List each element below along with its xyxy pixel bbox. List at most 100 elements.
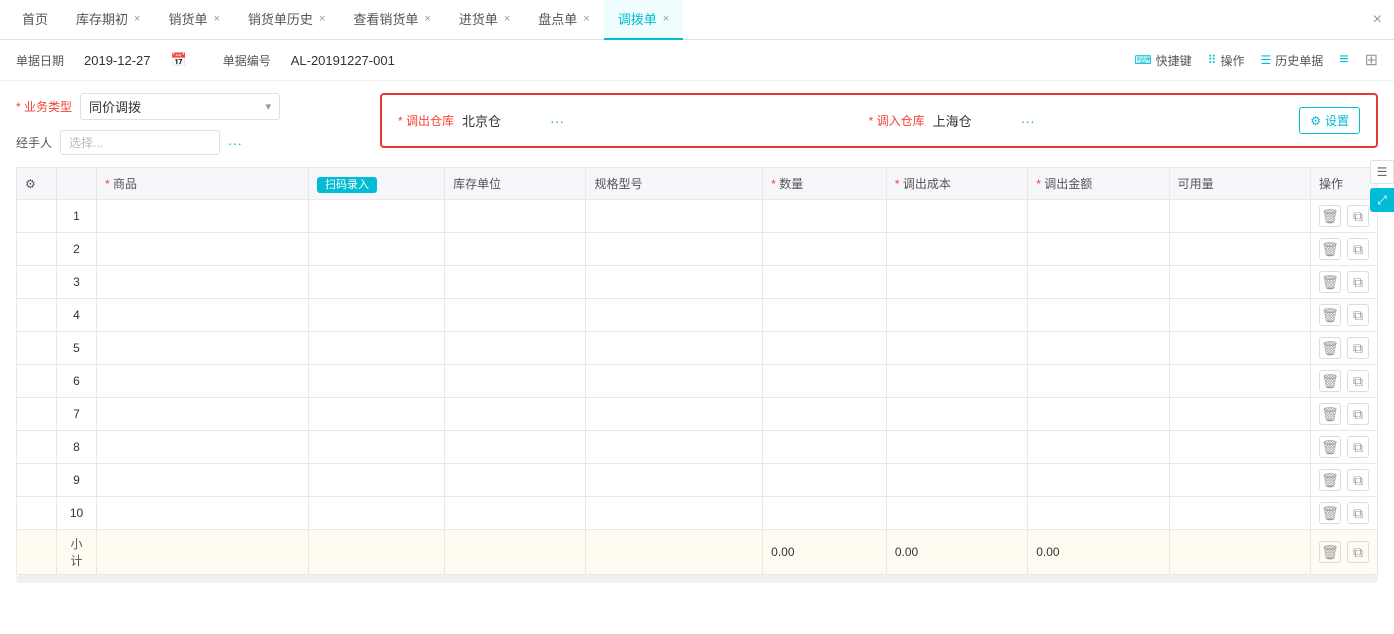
- row-amount-cell[interactable]: [1028, 233, 1169, 266]
- row-spec-cell[interactable]: [586, 431, 763, 464]
- row-delete-btn[interactable]: 🗑: [1319, 436, 1341, 458]
- row-spec-cell[interactable]: [586, 266, 763, 299]
- row-cost-cell[interactable]: [886, 233, 1027, 266]
- row-spec-cell[interactable]: [586, 299, 763, 332]
- settings-button[interactable]: ⚙ 设置: [1299, 107, 1360, 134]
- row-product-cell[interactable]: [97, 332, 309, 365]
- side-list-icon[interactable]: ☰: [1370, 160, 1394, 184]
- warehouse-out-more-btn[interactable]: ···: [550, 113, 564, 129]
- handler-more-btn[interactable]: ···: [228, 135, 242, 151]
- row-spec-cell[interactable]: [586, 497, 763, 530]
- tab-purchase-close[interactable]: ×: [504, 13, 510, 25]
- tab-purchase[interactable]: 进货单 ×: [445, 0, 524, 40]
- row-unit-cell[interactable]: [445, 266, 586, 299]
- row-unit-cell[interactable]: [445, 233, 586, 266]
- row-copy-btn[interactable]: ⧉: [1347, 370, 1369, 392]
- gear-icon[interactable]: ⚙: [25, 177, 36, 191]
- row-amount-cell[interactable]: [1028, 299, 1169, 332]
- row-delete-btn[interactable]: 🗑: [1319, 502, 1341, 524]
- tab-inventory-close[interactable]: ×: [583, 13, 589, 25]
- row-delete-btn[interactable]: 🗑: [1319, 403, 1341, 425]
- row-amount-cell[interactable]: [1028, 497, 1169, 530]
- row-qty-cell[interactable]: [763, 299, 887, 332]
- tab-view-sales[interactable]: 查看销货单 ×: [339, 0, 444, 40]
- row-qty-cell[interactable]: [763, 497, 887, 530]
- row-cost-cell[interactable]: [886, 332, 1027, 365]
- row-qty-cell[interactable]: [763, 266, 887, 299]
- row-delete-btn[interactable]: 🗑: [1319, 370, 1341, 392]
- row-qty-cell[interactable]: [763, 398, 887, 431]
- tab-inventory[interactable]: 盘点单 ×: [524, 0, 603, 40]
- row-amount-cell[interactable]: [1028, 398, 1169, 431]
- scan-entry-btn[interactable]: 扫码录入: [317, 177, 377, 193]
- tab-transfer[interactable]: 调拨单 ×: [604, 0, 683, 40]
- row-cost-cell[interactable]: [886, 431, 1027, 464]
- view-toggle-grid[interactable]: ⊞: [1365, 50, 1378, 70]
- row-unit-cell[interactable]: [445, 365, 586, 398]
- tab-view-sales-close[interactable]: ×: [424, 13, 430, 25]
- row-amount-cell[interactable]: [1028, 464, 1169, 497]
- row-amount-cell[interactable]: [1028, 266, 1169, 299]
- subtotal-copy-btn[interactable]: ⧉: [1347, 541, 1369, 563]
- row-unit-cell[interactable]: [445, 431, 586, 464]
- row-unit-cell[interactable]: [445, 200, 586, 233]
- row-product-cell[interactable]: [97, 497, 309, 530]
- row-unit-cell[interactable]: [445, 332, 586, 365]
- tab-home[interactable]: 首页: [8, 0, 62, 40]
- row-spec-cell[interactable]: [586, 365, 763, 398]
- row-unit-cell[interactable]: [445, 398, 586, 431]
- tab-inventory-init[interactable]: 库存期初 ×: [62, 0, 154, 40]
- row-spec-cell[interactable]: [586, 233, 763, 266]
- tab-sales-order[interactable]: 销货单 ×: [154, 0, 233, 40]
- row-unit-cell[interactable]: [445, 299, 586, 332]
- row-copy-btn[interactable]: ⧉: [1347, 436, 1369, 458]
- row-product-cell[interactable]: [97, 398, 309, 431]
- side-expand-icon[interactable]: ⤢: [1370, 188, 1394, 212]
- history-btn[interactable]: ☰ 历史单据: [1260, 52, 1323, 69]
- row-delete-btn[interactable]: 🗑: [1319, 205, 1341, 227]
- row-copy-btn[interactable]: ⧉: [1347, 337, 1369, 359]
- row-product-cell[interactable]: [97, 266, 309, 299]
- row-cost-cell[interactable]: [886, 200, 1027, 233]
- shortcuts-btn[interactable]: ⌨ 快捷键: [1134, 52, 1191, 69]
- row-amount-cell[interactable]: [1028, 332, 1169, 365]
- row-delete-btn[interactable]: 🗑: [1319, 469, 1341, 491]
- row-delete-btn[interactable]: 🗑: [1319, 304, 1341, 326]
- tab-inventory-init-close[interactable]: ×: [134, 13, 140, 25]
- row-product-cell[interactable]: [97, 431, 309, 464]
- row-spec-cell[interactable]: [586, 332, 763, 365]
- calendar-icon[interactable]: 📅: [171, 52, 187, 68]
- row-qty-cell[interactable]: [763, 431, 887, 464]
- business-type-select[interactable]: 同价调拨 ▾: [80, 93, 280, 120]
- warehouse-in-more-btn[interactable]: ···: [1021, 113, 1035, 129]
- row-unit-cell[interactable]: [445, 497, 586, 530]
- row-amount-cell[interactable]: [1028, 200, 1169, 233]
- row-cost-cell[interactable]: [886, 398, 1027, 431]
- view-toggle-list[interactable]: ≡: [1339, 51, 1348, 69]
- row-cost-cell[interactable]: [886, 266, 1027, 299]
- row-product-cell[interactable]: [97, 365, 309, 398]
- tab-sales-history[interactable]: 销货单历史 ×: [234, 0, 339, 40]
- row-delete-btn[interactable]: 🗑: [1319, 238, 1341, 260]
- tab-sales-history-close[interactable]: ×: [319, 13, 325, 25]
- row-copy-btn[interactable]: ⧉: [1347, 238, 1369, 260]
- row-copy-btn[interactable]: ⧉: [1347, 403, 1369, 425]
- row-copy-btn[interactable]: ⧉: [1347, 502, 1369, 524]
- row-qty-cell[interactable]: [763, 200, 887, 233]
- handler-input[interactable]: 选择...: [60, 130, 220, 155]
- row-product-cell[interactable]: [97, 233, 309, 266]
- row-qty-cell[interactable]: [763, 365, 887, 398]
- subtotal-delete-btn[interactable]: 🗑: [1319, 541, 1341, 563]
- row-unit-cell[interactable]: [445, 464, 586, 497]
- row-cost-cell[interactable]: [886, 365, 1027, 398]
- row-spec-cell[interactable]: [586, 464, 763, 497]
- row-copy-btn[interactable]: ⧉: [1347, 304, 1369, 326]
- row-cost-cell[interactable]: [886, 497, 1027, 530]
- row-copy-btn[interactable]: ⧉: [1347, 205, 1369, 227]
- row-spec-cell[interactable]: [586, 398, 763, 431]
- row-product-cell[interactable]: [97, 464, 309, 497]
- row-qty-cell[interactable]: [763, 332, 887, 365]
- row-product-cell[interactable]: [97, 299, 309, 332]
- row-copy-btn[interactable]: ⧉: [1347, 469, 1369, 491]
- operations-btn[interactable]: ⠿ 操作: [1208, 52, 1245, 69]
